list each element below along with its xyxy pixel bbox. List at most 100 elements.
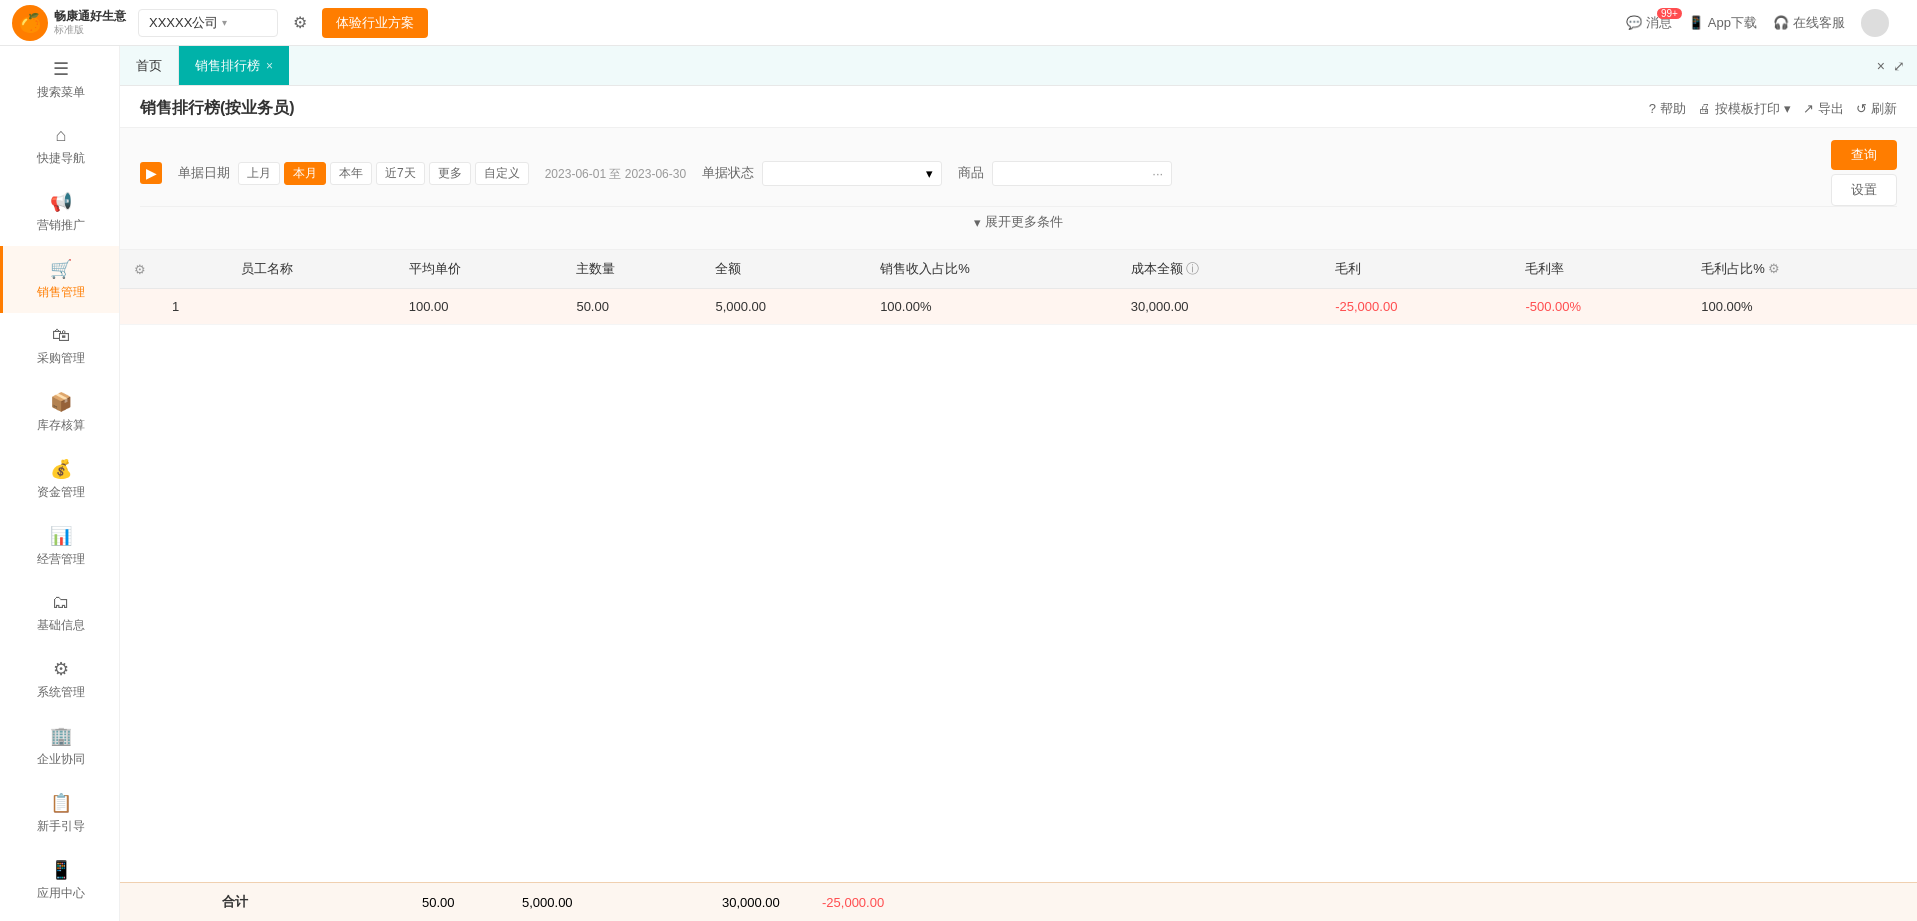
- goods-input[interactable]: ···: [992, 161, 1172, 186]
- cell-quantity: 50.00: [564, 289, 703, 325]
- expand-label: 展开更多条件: [985, 213, 1063, 231]
- company-selector[interactable]: XXXXX公司 ▾: [138, 9, 278, 37]
- online-service-label: 在线客服: [1793, 14, 1845, 32]
- window-close-button[interactable]: ×: [1877, 58, 1885, 74]
- refresh-button[interactable]: ↺ 刷新: [1856, 100, 1897, 118]
- purchase-icon: 🛍: [52, 325, 70, 346]
- status-select[interactable]: ▾: [762, 161, 942, 186]
- cell-sales-pct: 100.00%: [868, 289, 1119, 325]
- message-button[interactable]: 💬 消息 99+: [1626, 14, 1672, 32]
- sidebar-item-enterprise[interactable]: 🏢 企业协同: [0, 713, 119, 780]
- expand-conditions-button[interactable]: ▾ 展开更多条件: [974, 213, 1063, 231]
- date-btn-this-month[interactable]: 本月: [284, 162, 326, 185]
- tab-sales-ranking-label: 销售排行榜: [195, 57, 260, 75]
- footer-profit-cell: -25,000.00: [810, 895, 910, 910]
- date-btn-7days[interactable]: 近7天: [376, 162, 425, 185]
- operations-icon: 📊: [50, 525, 72, 547]
- logo-icon: 🍊: [12, 5, 48, 41]
- tab-home[interactable]: 首页: [120, 46, 179, 85]
- sidebar-item-operations[interactable]: 📊 经营管理: [0, 513, 119, 580]
- col-profit: 毛利: [1323, 250, 1513, 289]
- profit-pct-info-icon[interactable]: ⚙: [1768, 261, 1780, 276]
- page-content: 销售排行榜(按业务员) ? 帮助 🖨 按模板打印 ▾ ↗ 导出: [120, 86, 1917, 921]
- more-icon[interactable]: ···: [1152, 166, 1163, 181]
- goods-label: 商品: [958, 164, 984, 182]
- tab-sales-ranking[interactable]: 销售排行榜 ×: [179, 46, 289, 85]
- sidebar-item-marketing[interactable]: 📢 营销推广: [0, 179, 119, 246]
- avatar[interactable]: [1861, 9, 1889, 37]
- company-settings-button[interactable]: ⚙: [286, 9, 314, 37]
- sidebar-item-inventory[interactable]: 📦 库存核算: [0, 379, 119, 446]
- table-row: 1100.0050.005,000.00100.00%30,000.00-25,…: [120, 289, 1917, 325]
- sidebar-label-enterprise: 企业协同: [37, 751, 85, 768]
- online-service-button[interactable]: 🎧 在线客服: [1773, 14, 1845, 32]
- sidebar-item-basic-info[interactable]: 🗂 基础信息: [0, 580, 119, 646]
- tab-close-icon[interactable]: ×: [266, 59, 273, 73]
- sidebar-label-search-order: 搜索菜单: [37, 84, 85, 101]
- date-btn-custom[interactable]: 自定义: [475, 162, 529, 185]
- finance-icon: 💰: [50, 458, 72, 480]
- export-icon: ↗: [1803, 101, 1814, 116]
- table-body: 1100.0050.005,000.00100.00%30,000.00-25,…: [120, 289, 1917, 325]
- help-label: 帮助: [1660, 100, 1686, 118]
- tab-home-label: 首页: [136, 57, 162, 75]
- chevron-down-icon: ▾: [222, 17, 227, 28]
- date-btn-prev-month[interactable]: 上月: [238, 162, 280, 185]
- query-button[interactable]: 查询: [1831, 140, 1897, 170]
- date-btn-more[interactable]: 更多: [429, 162, 471, 185]
- sidebar-label-purchase: 采购管理: [37, 350, 85, 367]
- sidebar-item-app-center[interactable]: 📱 应用中心: [0, 847, 119, 914]
- try-industry-button[interactable]: 体验行业方案: [322, 8, 428, 38]
- date-btn-this-year[interactable]: 本年: [330, 162, 372, 185]
- print-button[interactable]: 🖨 按模板打印 ▾: [1698, 100, 1791, 118]
- basic-info-icon: 🗂: [52, 592, 70, 613]
- query-section: 查询 设置: [1831, 140, 1897, 206]
- footer-cost-cell: 30,000.00: [710, 895, 810, 910]
- column-settings-button[interactable]: 设置: [1831, 174, 1897, 206]
- footer-quantity: 50.00: [422, 895, 455, 910]
- marketing-icon: 📢: [50, 191, 72, 213]
- refresh-icon: ↺: [1856, 101, 1867, 116]
- sidebar-item-guide[interactable]: 📋 新手引导: [0, 780, 119, 847]
- cell-profit: -25,000.00: [1323, 289, 1513, 325]
- sidebar-item-search-order[interactable]: ☰ 搜索菜单: [0, 46, 119, 113]
- sidebar-label-guide: 新手引导: [37, 818, 85, 835]
- col-profit-pct: 毛利占比% ⚙: [1689, 250, 1917, 289]
- sales-icon: 🛒: [50, 258, 72, 280]
- system-icon: ⚙: [53, 658, 69, 680]
- date-label: 单据日期: [178, 164, 230, 182]
- filter-date: 单据日期 上月 本月 本年 近7天 更多 自定义: [178, 162, 529, 185]
- filter-status: 单据状态 ▾: [702, 161, 942, 186]
- expand-row: ▾ 展开更多条件: [140, 206, 1897, 237]
- filter-toggle-button[interactable]: ▶: [140, 162, 162, 184]
- sidebar-item-purchase[interactable]: 🛍 采购管理: [0, 313, 119, 379]
- app-download-button[interactable]: 📱 App下载: [1688, 14, 1757, 32]
- cell-avg-price: 100.00: [397, 289, 565, 325]
- sidebar-item-system[interactable]: ⚙ 系统管理: [0, 646, 119, 713]
- sidebar-label-inventory: 库存核算: [37, 417, 85, 434]
- col-settings[interactable]: ⚙: [120, 250, 160, 289]
- top-bar: 🍊 畅康通好生意 标准版 XXXXX公司 ▾ ⚙ 体验行业方案 💬 消息 99+…: [0, 0, 1917, 46]
- window-restore-button[interactable]: ⤢: [1893, 58, 1905, 74]
- print-icon: 🖨: [1698, 101, 1711, 116]
- cost-info-icon[interactable]: ⓘ: [1186, 261, 1199, 276]
- export-button[interactable]: ↗ 导出: [1803, 100, 1844, 118]
- col-quantity: 主数量: [564, 250, 703, 289]
- date-range-display: 2023-06-01 至 2023-06-30: [545, 164, 686, 183]
- logo: 🍊 畅康通好生意 标准版: [12, 5, 130, 41]
- enterprise-icon: 🏢: [50, 725, 72, 747]
- sidebar-label-basic-info: 基础信息: [37, 617, 85, 634]
- sidebar-item-finance[interactable]: 💰 资金管理: [0, 446, 119, 513]
- sidebar-item-quick-nav[interactable]: ⌂ 快捷导航: [0, 113, 119, 179]
- sidebar-item-sales[interactable]: 🛒 销售管理: [0, 246, 119, 313]
- message-badge: 99+: [1657, 8, 1682, 19]
- help-button[interactable]: ? 帮助: [1649, 100, 1686, 118]
- tab-bar-right: × ⤢: [1877, 58, 1917, 74]
- cell-amount: 5,000.00: [703, 289, 868, 325]
- footer-amount-cell: 5,000.00: [510, 895, 610, 910]
- sidebar-item-wechat[interactable]: 💬 企业微信: [0, 914, 119, 921]
- sidebar-label-quick-nav: 快捷导航: [37, 150, 85, 167]
- tab-bar: 首页 销售排行榜 × × ⤢: [120, 46, 1917, 86]
- filter-goods: 商品 ···: [958, 161, 1172, 186]
- headset-icon: 🎧: [1773, 15, 1789, 30]
